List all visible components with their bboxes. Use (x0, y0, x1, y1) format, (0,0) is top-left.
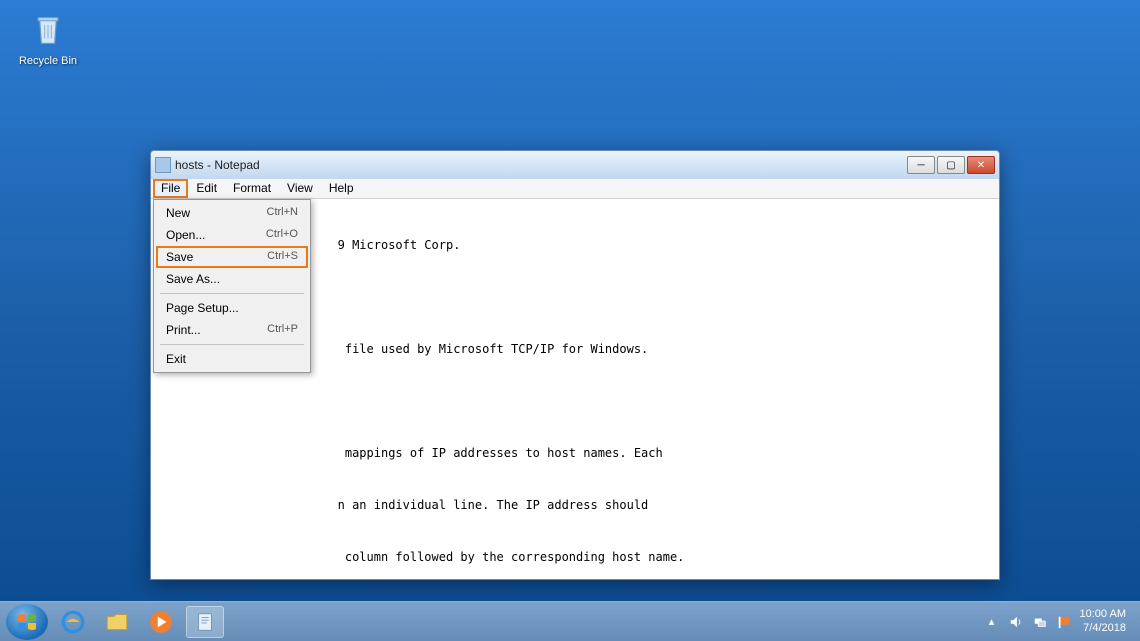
menu-file[interactable]: File (153, 179, 188, 198)
menu-edit[interactable]: Edit (188, 179, 225, 198)
file-exit[interactable]: Exit (156, 348, 308, 370)
recycle-bin-icon (28, 10, 68, 50)
speaker-icon[interactable] (1008, 614, 1024, 630)
file-saveas[interactable]: Save As... (156, 268, 308, 290)
window-title: hosts - Notepad (175, 158, 907, 172)
system-clock[interactable]: 10:00 AM 7/4/2018 (1080, 608, 1126, 634)
tray-chevron-icon[interactable]: ▴ (984, 614, 1000, 630)
taskbar: ▴ 10:00 AM 7/4/2018 (0, 601, 1140, 641)
menu-format[interactable]: Format (225, 179, 279, 198)
file-save[interactable]: Save Ctrl+S (156, 246, 308, 268)
file-pagesetup[interactable]: Page Setup... (156, 297, 308, 319)
titlebar[interactable]: hosts - Notepad ─ ▢ ✕ (151, 151, 999, 179)
notepad-icon (155, 157, 171, 173)
file-new[interactable]: New Ctrl+N (156, 202, 308, 224)
minimize-button[interactable]: ─ (907, 156, 935, 174)
file-dropdown: New Ctrl+N Open... Ctrl+O Save Ctrl+S Sa… (153, 199, 311, 373)
file-open[interactable]: Open... Ctrl+O (156, 224, 308, 246)
menu-view[interactable]: View (279, 179, 321, 198)
dropdown-separator (160, 293, 304, 294)
maximize-button[interactable]: ▢ (937, 156, 965, 174)
windows-logo-icon (15, 610, 39, 634)
start-button[interactable] (6, 604, 48, 640)
menu-help[interactable]: Help (321, 179, 362, 198)
ie-icon (60, 609, 86, 635)
recycle-bin[interactable]: Recycle Bin (18, 10, 78, 67)
file-print[interactable]: Print... Ctrl+P (156, 319, 308, 341)
dropdown-separator (160, 344, 304, 345)
taskbar-ie[interactable] (54, 606, 92, 638)
folder-icon (104, 609, 130, 635)
flag-icon[interactable] (1056, 614, 1072, 630)
clock-date: 7/4/2018 (1080, 622, 1126, 635)
close-button[interactable]: ✕ (967, 156, 995, 174)
taskbar-explorer[interactable] (98, 606, 136, 638)
media-player-icon (148, 609, 174, 635)
taskbar-mediaplayer[interactable] (142, 606, 180, 638)
clock-time: 10:00 AM (1080, 608, 1126, 621)
notepad-task-icon (194, 611, 216, 633)
recycle-bin-label: Recycle Bin (18, 55, 78, 67)
notepad-window: hosts - Notepad ─ ▢ ✕ File Edit Format V… (150, 150, 1000, 580)
taskbar-notepad[interactable] (186, 606, 224, 638)
menubar: File Edit Format View Help New Ctrl+N Op… (151, 179, 999, 199)
network-icon[interactable] (1032, 614, 1048, 630)
